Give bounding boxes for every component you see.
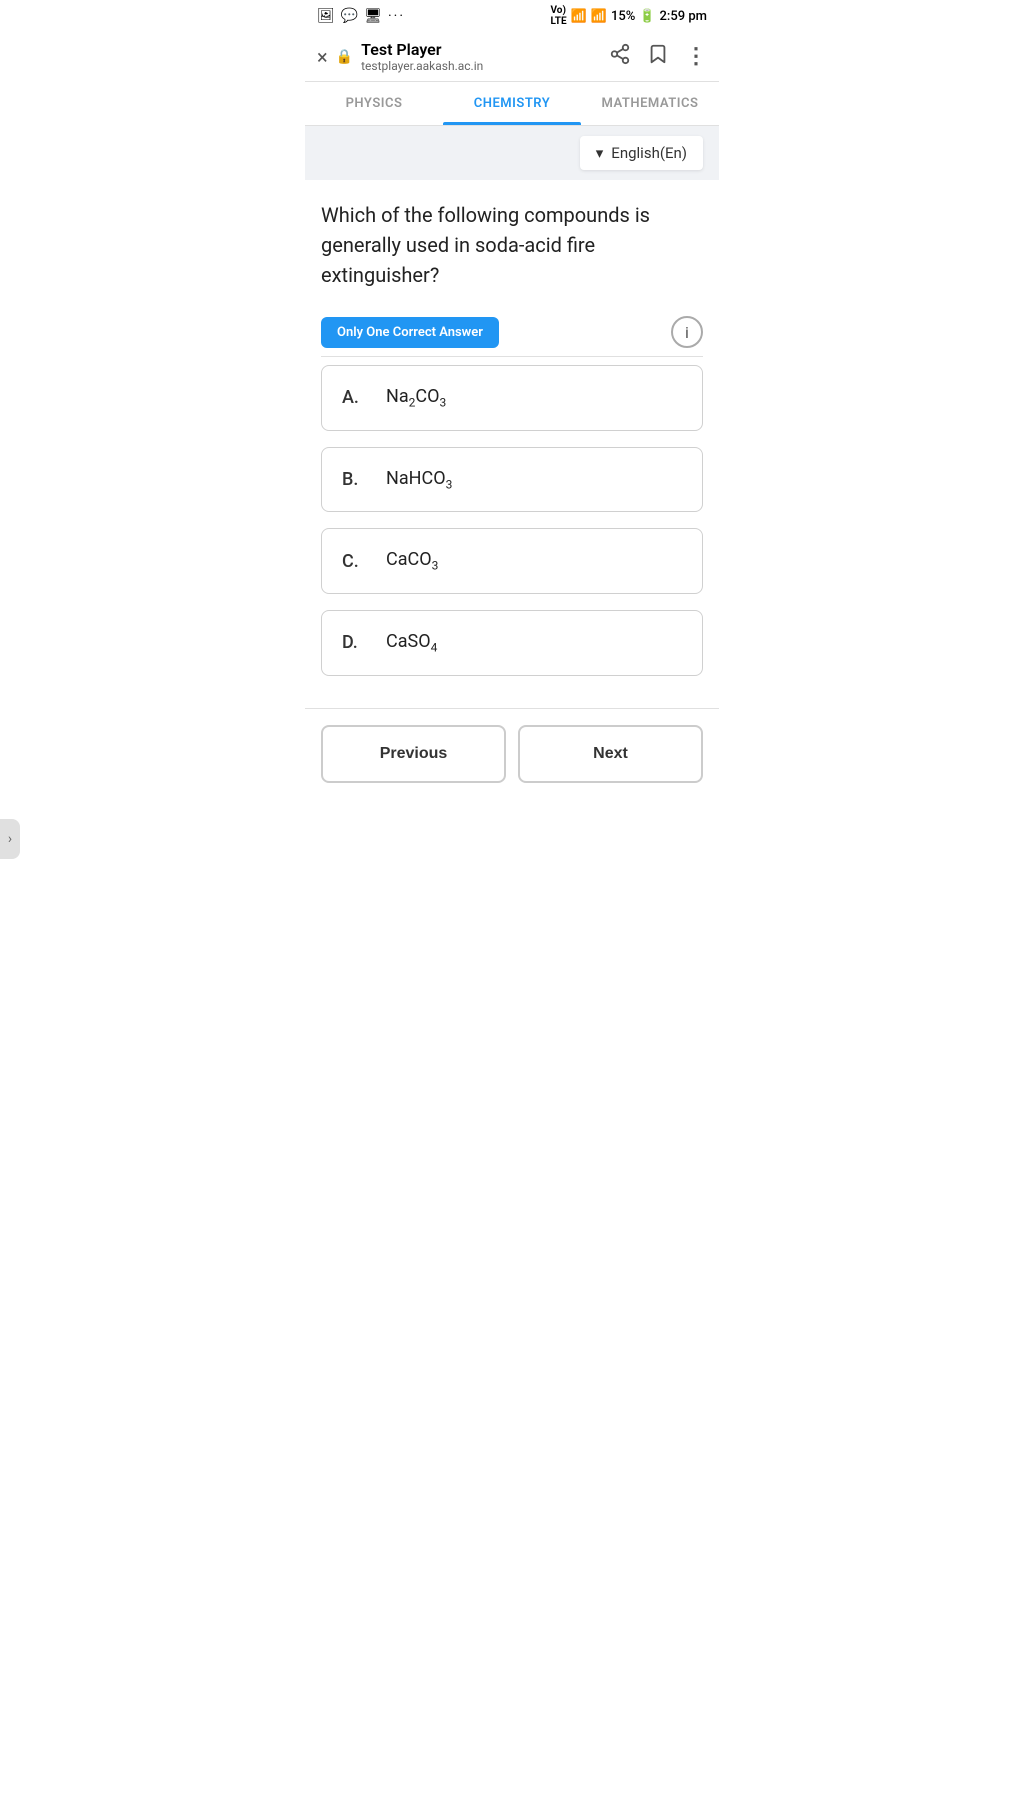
close-button[interactable]: × [317,45,328,69]
battery-percent: 15% [611,9,635,24]
site-title: Test Player [361,40,483,59]
language-selector[interactable]: ▾ English(En) [580,136,703,170]
menu-icon[interactable]: ⋮ [685,44,707,69]
option-c-label: C. [342,551,366,572]
side-panel-toggle[interactable]: › [0,819,20,859]
display-icon: 🖥 [364,8,382,24]
badge-row: Only One Correct Answer i [305,300,719,356]
chevron-down-icon: ▾ [596,144,604,162]
browser-bar: × 🔒 Test Player testplayer.aakash.ac.in … [305,32,719,82]
subject-tabs: PHYSICS CHEMISTRY MATHEMATICS [305,82,719,126]
info-icon[interactable]: i [671,316,703,348]
option-c[interactable]: C. CaCO3 [321,528,703,594]
site-url: testplayer.aakash.ac.in [361,59,483,73]
chat-icon: 💬 [341,8,358,24]
language-label: English(En) [611,144,687,162]
answer-type-badge: Only One Correct Answer [321,317,499,348]
question-text: Which of the following compounds is gene… [321,200,703,290]
site-info: Test Player testplayer.aakash.ac.in [361,40,483,73]
status-left-icons: 🖼 💬 🖥 ··· [317,8,405,24]
wifi-icon: 📶 [571,9,587,24]
option-a-label: A. [342,387,366,408]
time-display: 2:59 pm [660,9,707,24]
signal-icon: 📶 [591,9,607,24]
status-right-info: Vo)LTE 📶 📶 15% 🔋 2:59 pm [550,5,707,27]
lte-label: Vo)LTE [550,5,566,27]
more-icon: ··· [388,8,405,24]
browser-bar-left: × 🔒 Test Player testplayer.aakash.ac.in [317,40,483,73]
next-button[interactable]: Next [518,725,703,783]
option-d[interactable]: D. CaSO4 [321,610,703,676]
status-bar: 🖼 💬 🖥 ··· Vo)LTE 📶 📶 15% 🔋 2:59 pm [305,0,719,32]
language-bar: ▾ English(En) [305,126,719,180]
option-a[interactable]: A. Na2CO3 [321,365,703,431]
share-icon[interactable] [609,43,631,70]
option-d-label: D. [342,632,366,653]
browser-bar-right[interactable]: ⋮ [609,43,707,70]
previous-button[interactable]: Previous [321,725,506,783]
image-icon: 🖼 [317,8,335,24]
option-b[interactable]: B. NaHCO3 [321,447,703,513]
option-a-formula: Na2CO3 [386,386,446,410]
bookmark-icon[interactable] [647,43,669,70]
option-b-formula: NaHCO3 [386,468,452,492]
option-b-label: B. [342,469,366,490]
lock-icon: 🔒 [336,49,353,65]
navigation-buttons: Previous Next [305,708,719,799]
question-area: Which of the following compounds is gene… [305,180,719,300]
tab-physics[interactable]: PHYSICS [305,82,443,125]
chevron-right-icon: › [8,831,12,847]
options-area: A. Na2CO3 B. NaHCO3 C. CaCO3 D. CaSO4 [305,357,719,707]
tab-chemistry[interactable]: CHEMISTRY [443,82,581,125]
option-c-formula: CaCO3 [386,549,438,573]
battery-icon: 🔋 [639,9,655,24]
tab-mathematics[interactable]: MATHEMATICS [581,82,719,125]
option-d-formula: CaSO4 [386,631,437,655]
